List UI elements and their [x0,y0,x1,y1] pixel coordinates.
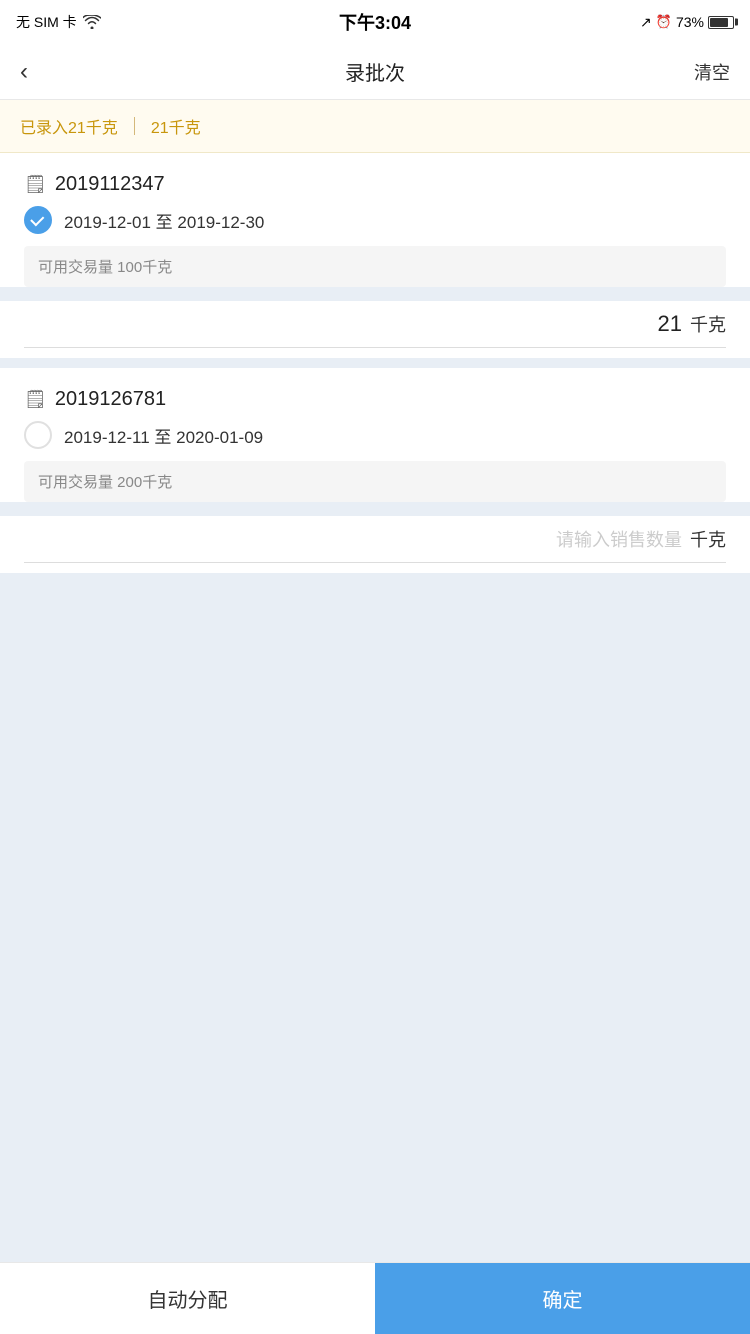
batch-date-row-1[interactable]: 2019-12-01 至 2019-12-30 [24,206,726,234]
amount-container-2: 请输入销售数量 千克 [0,516,750,573]
batch-item-2: 🗒 2019126781 2019-12-11 至 2020-01-09 可用交… [0,368,750,502]
amount-row-1: 千克 [0,301,750,347]
batch-date-1: 2019-12-01 至 2019-12-30 [64,208,264,233]
radio-1[interactable] [24,206,52,234]
batch-id-2: 2019126781 [55,388,166,411]
item-bottom-space-1 [0,348,750,358]
carrier-text: 无 SIM 卡 [16,12,77,32]
doc-icon-1: 🗒 [24,174,47,195]
section-separator [0,358,750,368]
clear-button[interactable]: 清空 [694,59,730,85]
amount-unit-1: 千克 [690,311,726,337]
back-button[interactable]: ‹ [20,58,60,86]
batch-availability-2: 可用交易量 200千克 [24,461,726,502]
background-space [0,573,750,1033]
summary-divider [134,117,135,135]
batch-header-2: 🗒 2019126781 [24,388,726,411]
wifi-icon [83,15,101,29]
item-bottom-space-2 [0,563,750,573]
recorded-amount: 已录入21千克 [20,114,118,138]
battery-percent: 73% [676,14,704,30]
amount-unit-2: 千克 [690,526,726,552]
batch-availability-1: 可用交易量 100千克 [24,246,726,287]
amount-container-1: 千克 [0,301,750,358]
amount-placeholder-2: 请输入销售数量 [24,526,682,552]
amount-input-1[interactable] [562,311,682,337]
batch-date-2: 2019-12-11 至 2020-01-09 [64,423,263,448]
main-content: 🗒 2019112347 2019-12-01 至 2019-12-30 可用交… [0,153,750,1315]
status-time: 下午3:04 [339,9,411,35]
auto-distribute-button[interactable]: 自动分配 [0,1263,375,1334]
alarm-icon: ⏰ [656,14,672,30]
amount-row-2: 请输入销售数量 千克 [0,516,750,562]
footer: 自动分配 确定 [0,1262,750,1334]
status-right: ↗ ⏰ 73% [640,14,734,31]
batch-date-row-2[interactable]: 2019-12-11 至 2020-01-09 [24,421,726,449]
summary-banner: 已录入21千克 21千克 [0,100,750,153]
battery-icon [708,16,734,29]
location-icon: ↗ [640,14,652,31]
batch-id-1: 2019112347 [55,173,165,196]
batch-item-1: 🗒 2019112347 2019-12-01 至 2019-12-30 可用交… [0,153,750,287]
confirm-button[interactable]: 确定 [375,1263,750,1334]
batch-header-1: 🗒 2019112347 [24,173,726,196]
status-left: 无 SIM 卡 [16,12,101,32]
radio-2[interactable] [24,421,52,449]
status-bar: 无 SIM 卡 下午3:04 ↗ ⏰ 73% [0,0,750,44]
nav-bar: ‹ 录批次 清空 [0,44,750,100]
total-amount: 21千克 [151,114,201,138]
doc-icon-2: 🗒 [24,389,47,410]
page-title: 录批次 [345,57,405,86]
